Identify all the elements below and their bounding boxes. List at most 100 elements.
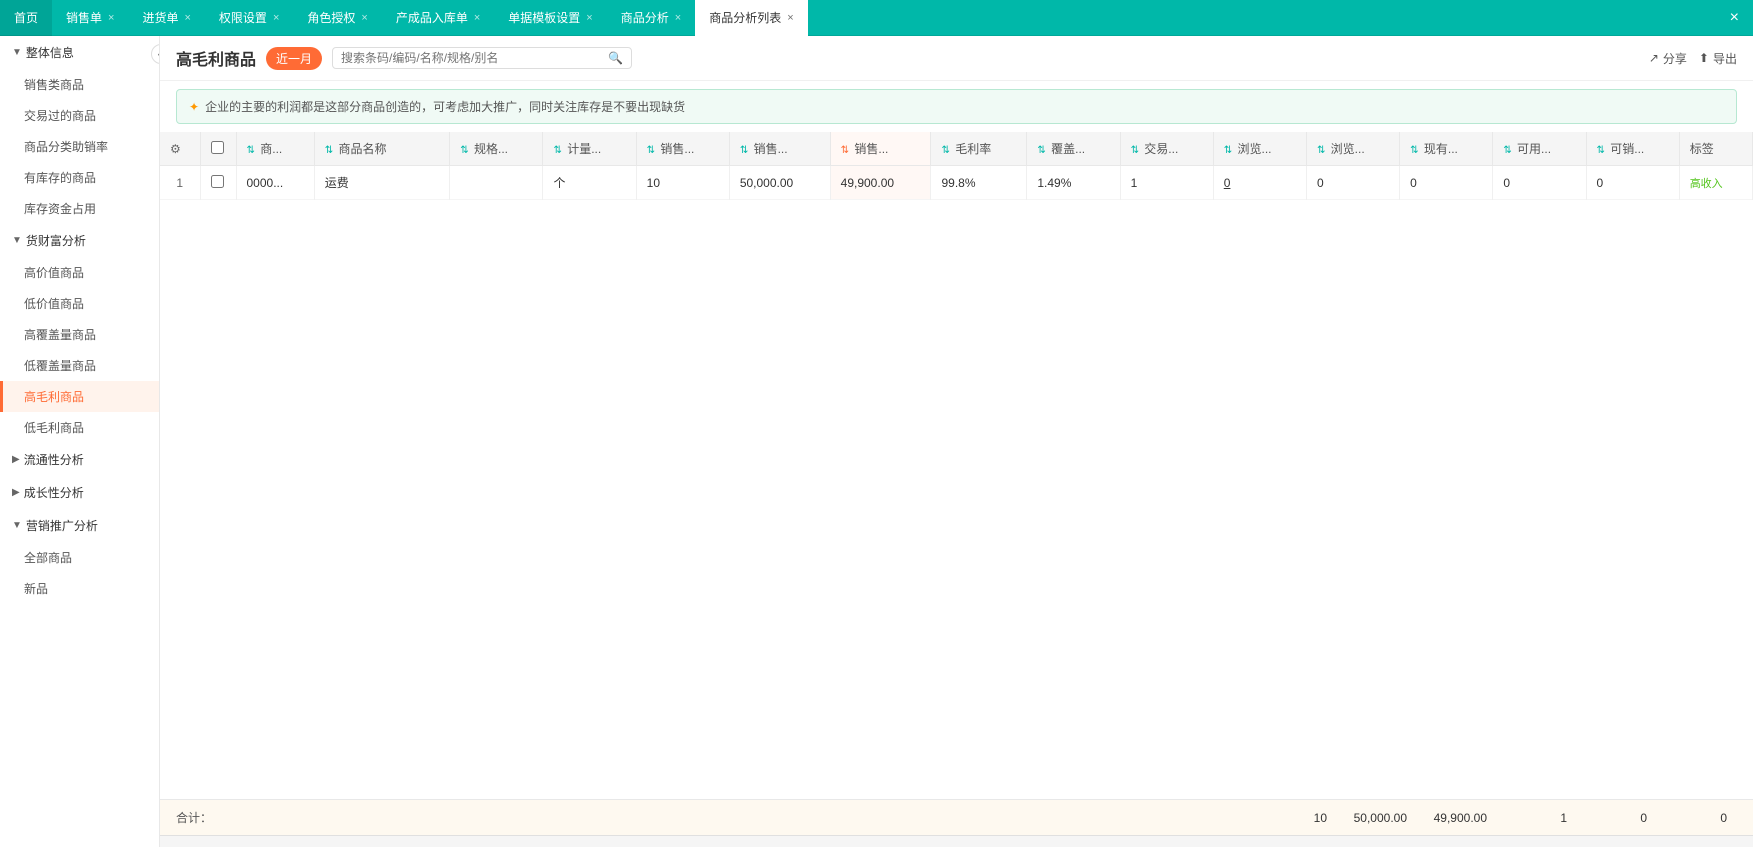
col-current-stock[interactable]: ⇅ 现有...	[1400, 132, 1493, 166]
nav-sales-close[interactable]: ×	[108, 12, 114, 24]
sidebar-item-new-goods[interactable]: 新品	[0, 573, 159, 604]
section-growth-label: 成长性分析	[24, 484, 84, 501]
section-overall-arrow: ▼	[12, 47, 22, 58]
row-select-checkbox-1[interactable]	[211, 175, 224, 188]
nav-permission-close[interactable]: ×	[273, 12, 279, 24]
nav-role-auth[interactable]: 角色授权 ×	[293, 0, 381, 36]
sidebar-item-high-coverage[interactable]: 高覆盖量商品	[0, 319, 159, 350]
page-title: 高毛利商品	[176, 46, 256, 70]
col-checkbox[interactable]	[200, 132, 236, 166]
row-index-1: 1	[160, 166, 200, 200]
nav-template-settings[interactable]: 单据模板设置 ×	[494, 0, 606, 36]
col-tag[interactable]: 标签	[1679, 132, 1752, 166]
sidebar-item-low-coverage[interactable]: 低覆盖量商品	[0, 350, 159, 381]
sidebar-item-high-margin[interactable]: 高毛利商品	[0, 381, 159, 412]
row-unit-1: 个	[543, 166, 636, 200]
nav-analysis-close[interactable]: ×	[675, 12, 681, 24]
bottom-scrollbar[interactable]	[160, 835, 1753, 847]
nav-home[interactable]: 首页	[0, 0, 52, 36]
table-footer: 合计： 10 50,000.00 49,900.00 1 0 0	[160, 799, 1753, 835]
col-transaction[interactable]: ⇅ 交易...	[1120, 132, 1213, 166]
col-sales-profit[interactable]: ⇅ 销售...	[830, 132, 931, 166]
nav-purchase-label: 进货单	[142, 9, 178, 26]
row-spec-1	[450, 166, 543, 200]
sidebar-item-all-goods[interactable]: 全部商品	[0, 542, 159, 573]
col-code[interactable]: ⇅ 商...	[236, 132, 314, 166]
select-all-checkbox[interactable]	[211, 141, 224, 154]
sidebar-item-stock-capital[interactable]: 库存资金占用	[0, 193, 159, 224]
sidebar-section-overall-header[interactable]: ▼ 整体信息	[0, 36, 159, 69]
export-button[interactable]: ⬆ 导出	[1699, 50, 1737, 67]
col-browse2[interactable]: ⇅ 浏览...	[1306, 132, 1399, 166]
nav-analysis-list-close[interactable]: ×	[787, 12, 793, 24]
row-name-1: 运费	[314, 166, 450, 200]
nav-product-analysis-list[interactable]: 商品分析列表 ×	[695, 0, 807, 36]
col-unit[interactable]: ⇅ 计量...	[543, 132, 636, 166]
nav-permission-label: 权限设置	[219, 9, 267, 26]
col-sales-amount[interactable]: ⇅ 销售...	[729, 132, 830, 166]
nav-purchase-close[interactable]: ×	[184, 12, 190, 24]
nav-close-all-btn[interactable]: ×	[1716, 9, 1753, 27]
col-spec[interactable]: ⇅ 规格...	[450, 132, 543, 166]
footer-transaction: 1	[1497, 811, 1577, 825]
top-navigation: 首页 销售单 × 进货单 × 权限设置 × 角色授权 × 产成品入库单 × 单据…	[0, 0, 1753, 36]
search-icon[interactable]: 🔍	[608, 51, 623, 65]
row-sales-profit-1: 49,900.00	[830, 166, 931, 200]
table-header-row: ⚙ ⇅ 商... ⇅ 商品名称	[160, 132, 1753, 166]
sort-icon-spec: ⇅	[460, 145, 468, 156]
share-button[interactable]: ↗ 分享	[1649, 50, 1687, 67]
sidebar-item-low-margin[interactable]: 低毛利商品	[0, 412, 159, 443]
sidebar-item-sales-goods[interactable]: 销售类商品	[0, 69, 159, 100]
nav-template-close[interactable]: ×	[586, 12, 592, 24]
row-available-stock-1: 0	[1493, 166, 1586, 200]
sidebar-section-marketing-header[interactable]: ▼ 营销推广分析	[0, 509, 159, 542]
row-gross-margin-1: 99.8%	[931, 166, 1027, 200]
sidebar-section-growth-header[interactable]: ▶ 成长性分析	[0, 476, 159, 509]
nav-purchase-order[interactable]: 进货单 ×	[128, 0, 204, 36]
footer-label: 合计：	[176, 809, 212, 826]
settings-icon[interactable]: ⚙	[170, 142, 181, 156]
sidebar-item-category-assist[interactable]: 商品分类助销率	[0, 131, 159, 162]
sort-icon-browse2: ⇅	[1317, 145, 1325, 156]
sidebar-section-wealth-header[interactable]: ▼ 货财富分析	[0, 224, 159, 257]
col-saleable[interactable]: ⇅ 可销...	[1586, 132, 1679, 166]
nav-sales-order[interactable]: 销售单 ×	[52, 0, 128, 36]
row-tag-1: 高收入	[1679, 166, 1752, 200]
col-name[interactable]: ⇅ 商品名称	[314, 132, 450, 166]
search-input[interactable]	[341, 51, 608, 65]
share-label: 分享	[1663, 50, 1687, 67]
footer-sales-profit: 49,900.00	[1417, 811, 1497, 825]
row-checkbox-1[interactable]	[200, 166, 236, 200]
row-current-stock-1: 0	[1400, 166, 1493, 200]
col-settings[interactable]: ⚙	[160, 132, 200, 166]
sidebar-item-low-value[interactable]: 低价值商品	[0, 288, 159, 319]
nav-product-analysis[interactable]: 商品分析 ×	[607, 0, 695, 36]
col-coverage[interactable]: ⇅ 覆盖...	[1027, 132, 1120, 166]
row-sales-qty-1: 10	[636, 166, 729, 200]
nav-analysis-list-label: 商品分析列表	[709, 9, 781, 26]
table-row: 1 0000... 运费	[160, 166, 1753, 200]
row-browse1-1[interactable]: 0	[1213, 166, 1306, 200]
table-container[interactable]: ⚙ ⇅ 商... ⇅ 商品名称	[160, 132, 1753, 799]
sidebar-item-traded-goods[interactable]: 交易过的商品	[0, 100, 159, 131]
sort-icon-browse1: ⇅	[1224, 145, 1232, 156]
sidebar-item-high-value[interactable]: 高价值商品	[0, 257, 159, 288]
col-browse1[interactable]: ⇅ 浏览...	[1213, 132, 1306, 166]
filter-recent-month-button[interactable]: 近一月	[266, 47, 322, 70]
sidebar-section-liquidity-header[interactable]: ▶ 流通性分析	[0, 443, 159, 476]
nav-product-inbound[interactable]: 产成品入库单 ×	[382, 0, 494, 36]
nav-home-label: 首页	[14, 9, 38, 26]
sort-icon-sales-amount: ⇅	[740, 145, 748, 156]
nav-product-close[interactable]: ×	[474, 12, 480, 24]
sidebar-section-liquidity: ▶ 流通性分析	[0, 443, 159, 476]
col-gross-margin[interactable]: ⇅ 毛利率	[931, 132, 1027, 166]
section-wealth-arrow: ▼	[12, 235, 22, 246]
sidebar-item-in-stock[interactable]: 有库存的商品	[0, 162, 159, 193]
search-box[interactable]: 🔍	[332, 47, 632, 69]
section-wealth-label: 货财富分析	[26, 232, 86, 249]
col-available-stock[interactable]: ⇅ 可用...	[1493, 132, 1586, 166]
col-sales-qty[interactable]: ⇅ 销售...	[636, 132, 729, 166]
row-sales-amount-1: 50,000.00	[729, 166, 830, 200]
nav-permission-settings[interactable]: 权限设置 ×	[205, 0, 293, 36]
nav-role-close[interactable]: ×	[361, 12, 367, 24]
